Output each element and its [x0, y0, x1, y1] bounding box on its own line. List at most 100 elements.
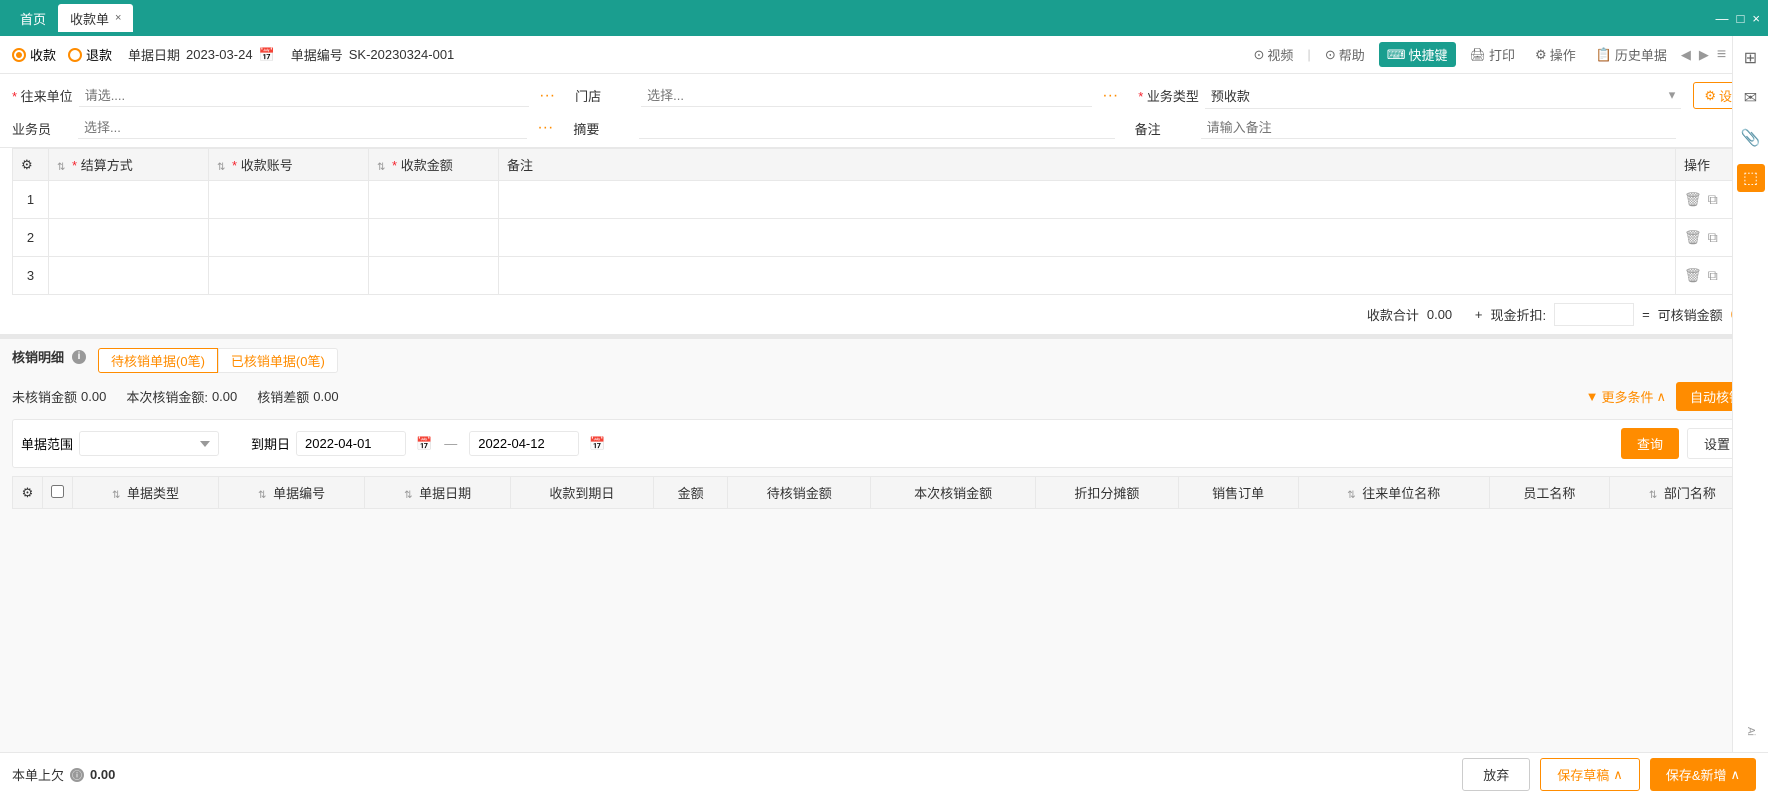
row-1-method[interactable]	[49, 181, 209, 219]
col-settings[interactable]: ⚙	[13, 149, 49, 181]
counterpart-input[interactable]	[79, 85, 529, 107]
col-account-header: ⇅ 收款账号	[209, 149, 369, 181]
shortcut-btn[interactable]: ⌨ 快捷键	[1379, 42, 1456, 67]
date-value[interactable]: 2023-03-24	[186, 47, 253, 62]
query-btn[interactable]: 查询	[1621, 428, 1679, 459]
number-field: 单据编号 SK-20230324-001	[291, 45, 455, 64]
sort-dept-icon: ⇅	[1649, 490, 1657, 501]
plus-label: +	[1475, 307, 1483, 322]
select-all-checkbox[interactable]	[51, 485, 64, 498]
video-btn[interactable]: ⊙ 视频	[1248, 43, 1300, 66]
save-new-btn[interactable]: 保存&新增 ∧	[1650, 758, 1756, 791]
business-type-select[interactable]: 预收款 ▾	[1205, 83, 1681, 109]
more-conditions-label: 更多条件	[1601, 387, 1653, 406]
operation-btn[interactable]: ⚙ 操作	[1529, 43, 1582, 66]
row-3-copy-icon[interactable]: ⧉	[1708, 267, 1718, 284]
staff-more-icon[interactable]: ···	[537, 119, 553, 137]
nav-prev-icon[interactable]: ◀	[1681, 47, 1691, 63]
row-2-copy-icon[interactable]: ⧉	[1708, 229, 1718, 246]
tab-done[interactable]: 已核销单据(0笔)	[218, 348, 338, 373]
print-btn[interactable]: 🖨 打印	[1464, 43, 1522, 66]
sidebar-attach-icon[interactable]: 📎	[1737, 124, 1765, 152]
tab-receipt[interactable]: 收款单 ×	[58, 4, 133, 32]
row-3-remark[interactable]	[499, 257, 1676, 295]
video-btn-label: 视频	[1267, 45, 1293, 64]
settings-gear-icon: ⚙	[1704, 88, 1716, 104]
sort-icon-2: ⇅	[217, 162, 225, 173]
range-field: 单据范围	[21, 431, 219, 456]
row-3-method[interactable]	[49, 257, 209, 295]
discard-btn-label: 放弃	[1483, 768, 1509, 783]
writeoff-section: 核销明细 i 待核销单据(0笔) 已核销单据(0笔) 未核销金额 0.00 本次…	[0, 335, 1768, 796]
row-2-amount[interactable]	[369, 219, 499, 257]
row-2-remark[interactable]	[499, 219, 1676, 257]
row-1-delete-icon[interactable]: 🗑	[1684, 191, 1702, 208]
remark-label: 备注	[1135, 119, 1195, 138]
more-conditions-link[interactable]: ▼ 更多条件 ∧	[1586, 387, 1666, 406]
col-payment-method-label: 结算方式	[72, 158, 133, 173]
col-amount-label: 收款金额	[392, 158, 453, 173]
refund-radio[interactable]: 退款	[68, 45, 112, 64]
maximize-icon[interactable]: □	[1737, 11, 1745, 26]
row-1-amount[interactable]	[369, 181, 499, 219]
tab-close-icon[interactable]: ×	[115, 12, 121, 24]
date-label: 单据日期	[128, 45, 180, 64]
row-1-account[interactable]	[209, 181, 369, 219]
footer-info-icon[interactable]: ⓘ	[70, 768, 84, 782]
receipt-radio-circle	[12, 48, 26, 62]
due-date-from[interactable]	[296, 431, 406, 456]
tab-pending[interactable]: 待核销单据(0笔)	[98, 348, 218, 373]
minimize-icon[interactable]: —	[1716, 11, 1729, 26]
row-3-account[interactable]	[209, 257, 369, 295]
tab-home[interactable]: 首页	[8, 4, 58, 32]
row-2-delete-icon[interactable]: 🗑	[1684, 229, 1702, 246]
settings-bottom-icon[interactable]: ⚙	[22, 485, 34, 500]
calendar-from-icon[interactable]: 📅	[416, 436, 432, 452]
list-icon[interactable]: ≡	[1717, 46, 1726, 64]
row-1-copy-icon[interactable]: ⧉	[1708, 191, 1718, 208]
tab-pending-label: 待核销单据(0笔)	[111, 354, 205, 369]
shop-more-icon[interactable]: ···	[1102, 87, 1118, 105]
remark-field: 备注	[1135, 117, 1676, 139]
receipt-radio[interactable]: 收款	[12, 45, 56, 64]
col-checkbox-header: ⚙	[13, 477, 43, 509]
history-btn[interactable]: 📋 历史单据	[1590, 43, 1673, 66]
shop-input[interactable]	[641, 85, 1092, 107]
row-3-delete-icon[interactable]: 🗑	[1684, 267, 1702, 284]
remark-input[interactable]	[1201, 117, 1676, 139]
calendar-icon[interactable]: 📅	[259, 47, 275, 63]
discard-btn[interactable]: 放弃	[1462, 758, 1530, 791]
staff-input[interactable]	[78, 117, 527, 139]
col-due-date-label: 收款到期日	[549, 486, 614, 501]
main-area: 收款 退款 单据日期 2023-03-24 📅 单据编号 SK-20230324…	[0, 36, 1768, 796]
sidebar-mail-icon[interactable]: ✉	[1737, 84, 1765, 112]
row-2-method[interactable]	[49, 219, 209, 257]
draft-btn[interactable]: 保存草稿 ∧	[1540, 758, 1640, 791]
number-label: 单据编号	[291, 45, 343, 64]
nav-next-icon[interactable]: ▶	[1699, 47, 1709, 63]
help-btn[interactable]: ⊙ 帮助	[1319, 43, 1371, 66]
col-dept-label: 部门名称	[1664, 486, 1716, 501]
row-2-account[interactable]	[209, 219, 369, 257]
window-close-icon[interactable]: ×	[1752, 11, 1760, 26]
sidebar-screen-icon[interactable]: ⬚	[1737, 164, 1765, 192]
calendar-to-icon[interactable]: 📅	[589, 436, 605, 452]
receipt-table: ⚙ ⇅ 结算方式 ⇅ 收款账号 ⇅ 收款金额 备注	[12, 148, 1756, 295]
row-3-amount[interactable]	[369, 257, 499, 295]
counterpart-more-icon[interactable]: ···	[539, 87, 555, 105]
col-number-header: ⇅ 单据编号	[219, 477, 365, 509]
sidebar-table-icon[interactable]: ⊞	[1737, 44, 1765, 72]
sort-date-icon: ⇅	[404, 490, 412, 501]
discount-input[interactable]	[1554, 303, 1634, 326]
number-value: SK-20230324-001	[349, 47, 455, 62]
range-select[interactable]	[79, 431, 219, 456]
row-1-remark[interactable]	[499, 181, 1676, 219]
this-writeoff-value: 0.00	[212, 389, 237, 404]
counterpart-field: 往来单位 ···	[12, 85, 555, 107]
unchecked-label: 未核销金额	[12, 387, 77, 406]
due-date-to[interactable]	[469, 431, 579, 456]
summary-input[interactable]	[639, 117, 1114, 139]
writeoff-info-icon[interactable]: i	[72, 350, 86, 364]
form-row-2: 业务员 ··· 摘要 备注	[12, 117, 1756, 139]
refund-radio-label: 退款	[86, 45, 112, 64]
